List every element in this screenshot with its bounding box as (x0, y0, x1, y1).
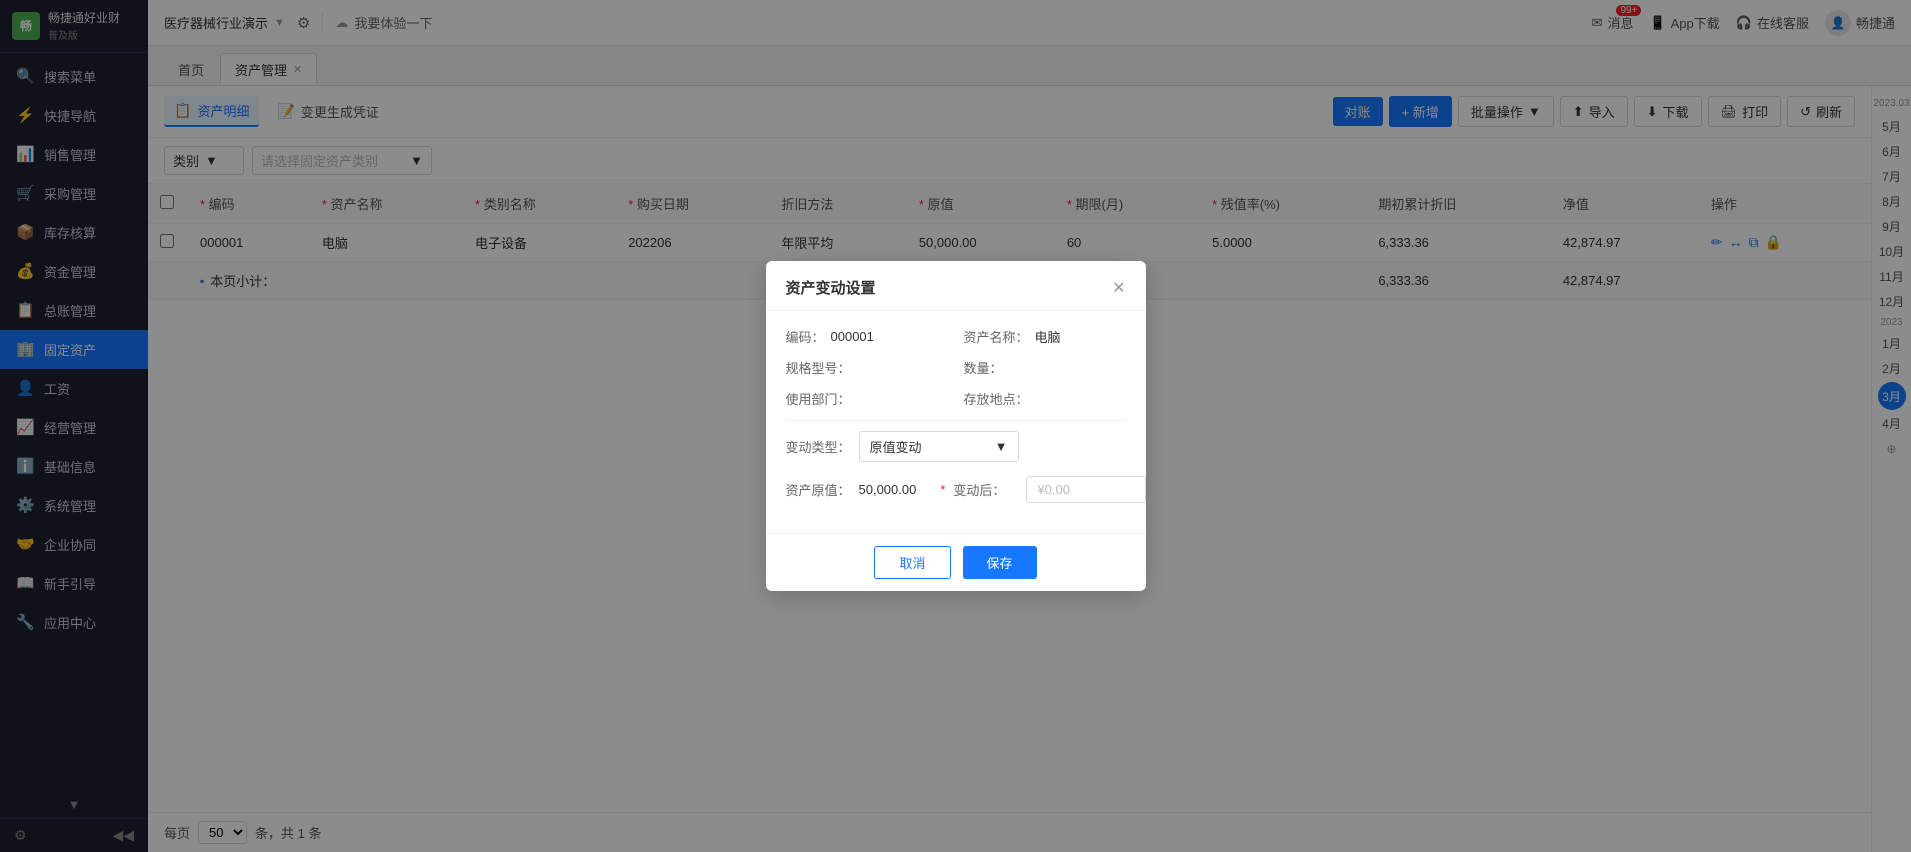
asset-value: 50,000.00 (859, 482, 917, 497)
required-star: * (940, 482, 945, 497)
change-type-select[interactable]: 原值变动 ▼ (859, 431, 1019, 462)
dialog-row-spec-qty: 规格型号： 数量： (786, 358, 1126, 377)
asset-name-value: 电脑 (1035, 327, 1061, 346)
dialog-divider (786, 420, 1126, 421)
spec-label: 规格型号： (786, 358, 851, 377)
dialog-row-change-type: 变动类型： 原值变动 ▼ (786, 431, 1126, 462)
dialog-field-spec: 规格型号： (786, 358, 948, 377)
asset-name-label: 资产名称： (964, 327, 1029, 346)
quantity-label: 数量： (964, 358, 1003, 377)
dialog-field-department: 使用部门： (786, 389, 948, 408)
cancel-button[interactable]: 取消 (874, 546, 950, 579)
dialog-body: 编码： 000001 资产名称： 电脑 规格型号： 数量： (766, 311, 1146, 533)
storage-label: 存放地点： (964, 389, 1029, 408)
dialog-row-dept-storage: 使用部门： 存放地点： (786, 389, 1126, 408)
change-type-value: 原值变动 (870, 437, 922, 456)
dialog-field-storage: 存放地点： (964, 389, 1126, 408)
dialog-row-code-name: 编码： 000001 资产名称： 电脑 (786, 327, 1126, 346)
save-button[interactable]: 保存 (963, 546, 1037, 579)
dialog-title: 资产变动设置 (786, 277, 876, 298)
asset-change-dialog: 资产变动设置 ✕ 编码： 000001 资产名称： 电脑 规格型号： (766, 261, 1146, 591)
dialog-overlay: 资产变动设置 ✕ 编码： 000001 资产名称： 电脑 规格型号： (0, 0, 1911, 852)
dialog-row-values: 资产原值： 50,000.00 * 变动后： (786, 476, 1126, 503)
dialog-header: 资产变动设置 ✕ (766, 261, 1146, 311)
code-label: 编码： (786, 327, 825, 346)
dialog-field-code: 编码： 000001 (786, 327, 948, 346)
after-change-label: 变动后： (953, 480, 1018, 499)
asset-value-label: 资产原值： (786, 480, 851, 499)
dialog-footer: 取消 保存 (766, 533, 1146, 591)
dialog-close-icon[interactable]: ✕ (1112, 278, 1125, 298)
change-type-label: 变动类型： (786, 437, 851, 456)
department-label: 使用部门： (786, 389, 851, 408)
dialog-field-quantity: 数量： (964, 358, 1126, 377)
dialog-field-asset-name: 资产名称： 电脑 (964, 327, 1126, 346)
code-value: 000001 (831, 329, 874, 344)
after-change-input[interactable] (1026, 476, 1146, 503)
change-type-chevron-icon: ▼ (995, 439, 1008, 454)
